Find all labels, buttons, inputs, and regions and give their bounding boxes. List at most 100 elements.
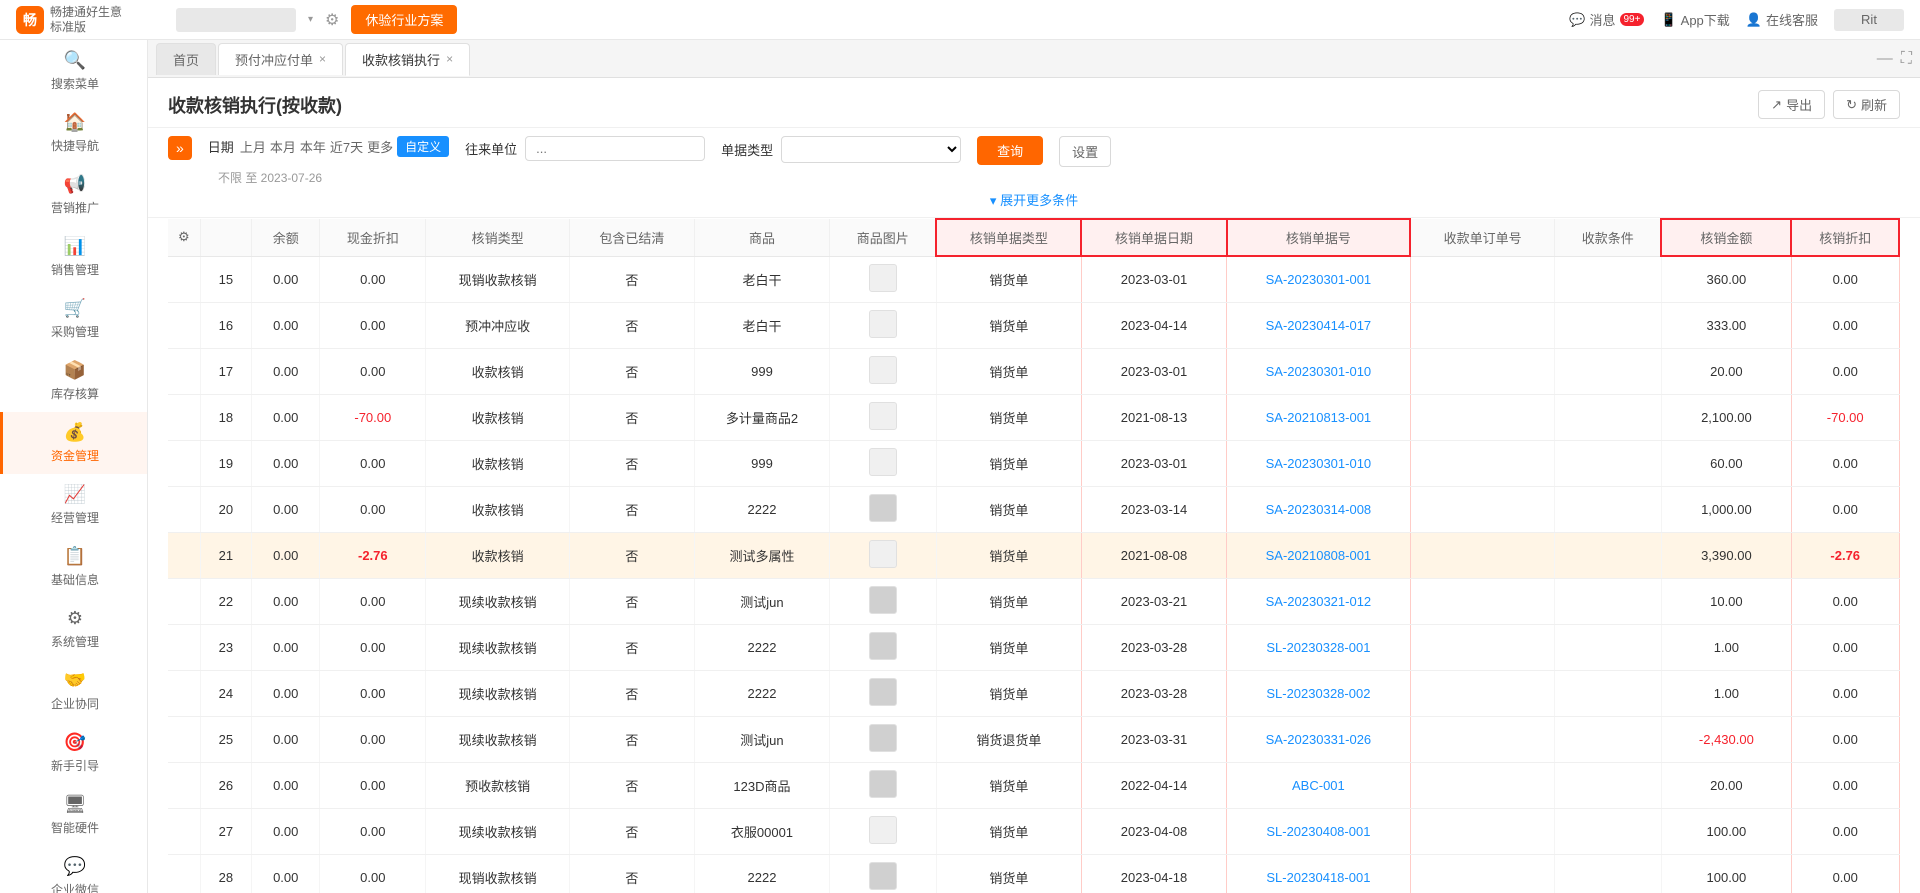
sidebar-item-nav[interactable]: 🏠 快捷导航	[0, 102, 147, 164]
voucher-type-select[interactable]	[781, 136, 961, 163]
industry-solution-button[interactable]: 休验行业方案	[351, 5, 457, 34]
tab-receipts[interactable]: 收款核销执行 ×	[345, 43, 470, 76]
writeoff-number-link[interactable]: SA-20230301-010	[1266, 364, 1372, 379]
td-balance: 0.00	[252, 348, 320, 394]
td-settings[interactable]	[168, 348, 200, 394]
sidebar-item-system[interactable]: ⚙ 系统管理	[0, 598, 147, 660]
account-selector[interactable]	[176, 8, 296, 32]
tab-expand-icon[interactable]: ⛶	[1901, 50, 1912, 68]
td-settings[interactable]	[168, 624, 200, 670]
td-settings[interactable]	[168, 762, 200, 808]
writeoff-number-link[interactable]: SA-20230331-026	[1266, 732, 1372, 747]
tab-prepay-close[interactable]: ×	[319, 52, 326, 66]
tab-prepay[interactable]: 预付冲应付单 ×	[218, 43, 343, 75]
date-opt-last-month[interactable]: 上月	[240, 137, 266, 156]
date-opt-this-year[interactable]: 本年	[300, 137, 326, 156]
sidebar-item-inventory[interactable]: 📦 库存核算	[0, 350, 147, 412]
td-product-image	[830, 624, 937, 670]
tab-home[interactable]: 首页	[156, 43, 216, 75]
td-settings[interactable]	[168, 578, 200, 624]
td-settings[interactable]	[168, 440, 200, 486]
th-settings[interactable]: ⚙	[168, 219, 200, 256]
writeoff-number-link[interactable]: SL-20230418-001	[1266, 870, 1370, 885]
refresh-button[interactable]: ↻ 刷新	[1833, 90, 1900, 119]
td-writeoff-number[interactable]: SL-20230328-002	[1227, 670, 1411, 716]
td-balance: 0.00	[252, 762, 320, 808]
sidebar-item-search[interactable]: 🔍 搜索菜单	[0, 40, 147, 102]
date-opt-this-month[interactable]: 本月	[270, 137, 296, 156]
tab-receipts-close[interactable]: ×	[446, 52, 453, 66]
td-include-settled: 否	[569, 394, 694, 440]
export-button[interactable]: ↗ 导出	[1758, 90, 1825, 119]
date-opt-more[interactable]: 更多	[367, 137, 393, 156]
td-receipt-order-no	[1410, 486, 1554, 532]
writeoff-number-link[interactable]: SL-20230328-001	[1266, 640, 1370, 655]
writeoff-number-link[interactable]: SA-20230301-010	[1266, 456, 1372, 471]
writeoff-number-link[interactable]: SL-20230328-002	[1266, 686, 1370, 701]
writeoff-number-link[interactable]: ABC-001	[1292, 778, 1345, 793]
user-info[interactable]: Rit	[1834, 9, 1904, 31]
sidebar-item-wechat[interactable]: 💬 企业微信	[0, 846, 147, 893]
account-dropdown-arrow[interactable]: ▾	[308, 14, 313, 25]
td-include-settled: 否	[569, 348, 694, 394]
sidebar-item-hardware[interactable]: 🖥 智能硬件	[0, 784, 147, 846]
td-settings[interactable]	[168, 808, 200, 854]
td-writeoff-number[interactable]: SA-20210813-001	[1227, 394, 1411, 440]
date-opt-7days[interactable]: 近7天	[330, 137, 363, 156]
sidebar-item-marketing[interactable]: 📢 营销推广	[0, 164, 147, 226]
table-area[interactable]: ⚙ 余额 现金折扣 核销类型 包含已结清 商品 商品图片 核销单据类型 核销单据…	[148, 218, 1920, 893]
expand-conditions-btn[interactable]: ▾ 展开更多条件	[990, 193, 1078, 208]
td-writeoff-number[interactable]: SA-20230301-001	[1227, 256, 1411, 302]
td-writeoff-number[interactable]: SA-20230314-008	[1227, 486, 1411, 532]
td-receipt-condition	[1555, 302, 1662, 348]
td-writeoff-number[interactable]: SL-20230328-001	[1227, 624, 1411, 670]
filter-toggle-btn[interactable]: »	[168, 136, 192, 160]
sidebar-label-capital: 资金管理	[51, 447, 99, 464]
writeoff-number-link[interactable]: SA-20230321-012	[1266, 594, 1372, 609]
writeoff-number-link[interactable]: SL-20230408-001	[1266, 824, 1370, 839]
td-settings[interactable]	[168, 394, 200, 440]
sidebar-item-collab[interactable]: 🤝 企业协同	[0, 660, 147, 722]
app-download-link[interactable]: 📱 App下载	[1660, 10, 1729, 29]
td-writeoff-number[interactable]: SA-20210808-001	[1227, 532, 1411, 578]
online-service-link[interactable]: 👤 在线客服	[1746, 10, 1818, 29]
custom-date-button[interactable]: 自定义	[397, 136, 449, 157]
td-writeoff-number[interactable]: SA-20230331-026	[1227, 716, 1411, 762]
td-writeoff-number[interactable]: SA-20230301-010	[1227, 440, 1411, 486]
td-writeoff-number[interactable]: SL-20230418-001	[1227, 854, 1411, 893]
sidebar-item-purchase[interactable]: 🛒 采购管理	[0, 288, 147, 350]
td-writeoff-number[interactable]: SL-20230408-001	[1227, 808, 1411, 854]
td-include-settled: 否	[569, 440, 694, 486]
tab-bar: 首页 预付冲应付单 × 收款核销执行 × — ⛶	[148, 40, 1920, 78]
settings-button[interactable]: 设置	[1059, 136, 1111, 167]
sidebar-item-basic[interactable]: 📋 基础信息	[0, 536, 147, 598]
writeoff-number-link[interactable]: SA-20210808-001	[1266, 548, 1372, 563]
sidebar-item-capital[interactable]: 💰 资金管理	[0, 412, 147, 474]
td-settings[interactable]	[168, 670, 200, 716]
partner-input[interactable]	[525, 136, 705, 161]
td-settings[interactable]	[168, 256, 200, 302]
notification-badge: 99+	[1620, 13, 1645, 26]
query-button[interactable]: 查询	[977, 136, 1043, 165]
tab-minimize-icon[interactable]: —	[1877, 50, 1893, 68]
sidebar-item-guide[interactable]: 🎯 新手引导	[0, 722, 147, 784]
notification-link[interactable]: 💬 消息 99+	[1569, 10, 1644, 29]
td-settings[interactable]	[168, 532, 200, 578]
settings-icon[interactable]: ⚙	[325, 10, 339, 30]
th-balance: 余额	[252, 219, 320, 256]
td-settings[interactable]	[168, 716, 200, 762]
td-writeoff-number[interactable]: SA-20230414-017	[1227, 302, 1411, 348]
sidebar-item-operation[interactable]: 📈 经营管理	[0, 474, 147, 536]
writeoff-number-link[interactable]: SA-20210813-001	[1266, 410, 1372, 425]
td-writeoff-number[interactable]: SA-20230301-010	[1227, 348, 1411, 394]
td-settings[interactable]	[168, 302, 200, 348]
sidebar-item-sales[interactable]: 📊 销售管理	[0, 226, 147, 288]
td-settings[interactable]	[168, 854, 200, 893]
td-writeoff-date: 2023-03-28	[1081, 670, 1226, 716]
writeoff-number-link[interactable]: SA-20230301-001	[1266, 272, 1372, 287]
td-writeoff-number[interactable]: ABC-001	[1227, 762, 1411, 808]
writeoff-number-link[interactable]: SA-20230414-017	[1266, 318, 1372, 333]
writeoff-number-link[interactable]: SA-20230314-008	[1266, 502, 1372, 517]
td-settings[interactable]	[168, 486, 200, 532]
td-writeoff-number[interactable]: SA-20230321-012	[1227, 578, 1411, 624]
